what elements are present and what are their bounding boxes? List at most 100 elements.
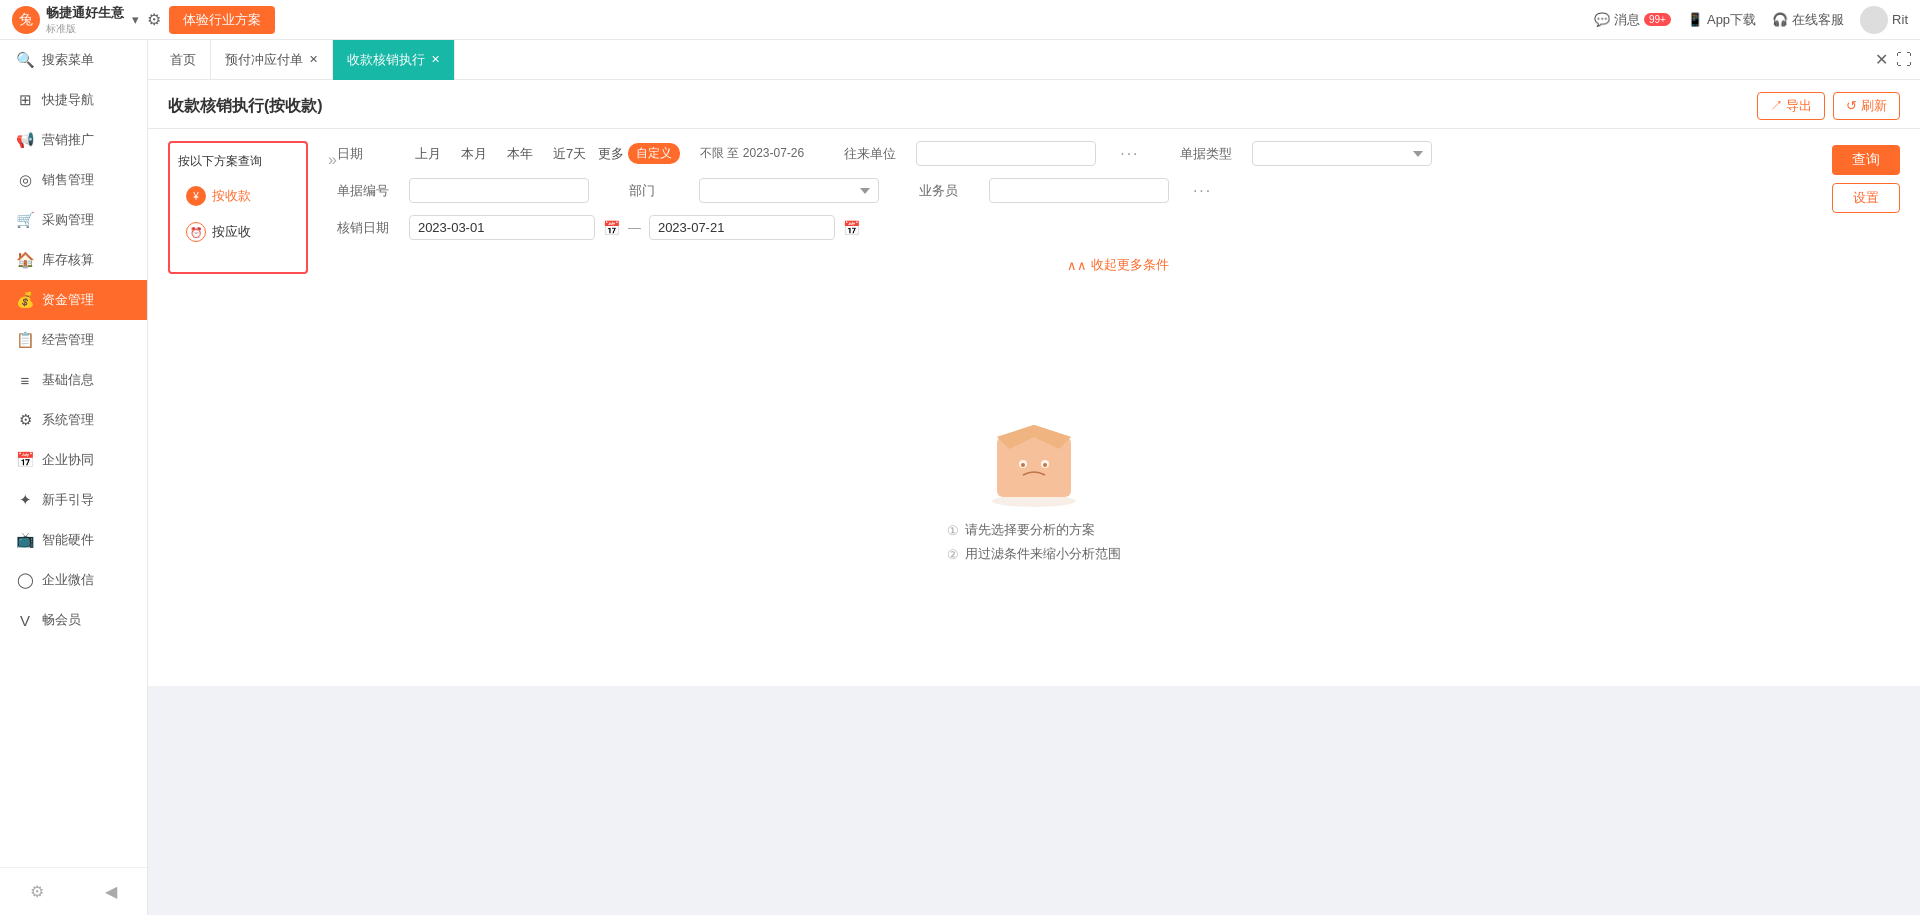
tab-prepay-close[interactable]: ✕: [309, 53, 318, 66]
empty-state: ① 请先选择要分析的方案 ② 用过滤条件来缩小分析范围: [148, 286, 1920, 686]
sidebar-item-search[interactable]: 🔍 搜索菜单: [0, 40, 147, 80]
download-icon: 📱: [1687, 12, 1703, 27]
date-tab-more[interactable]: 更多: [598, 145, 624, 163]
voucher-type-select[interactable]: [1252, 141, 1432, 166]
refresh-label: 刷新: [1861, 98, 1887, 113]
sidebar-item-finance[interactable]: 💰 资金管理: [0, 280, 147, 320]
header-dropdown-arrow[interactable]: ▾: [132, 12, 139, 27]
date-tab-7days[interactable]: 近7天: [545, 143, 594, 165]
sidebar-label-wechat: 企业微信: [42, 571, 94, 589]
filter-option-by-receipt[interactable]: ¥ 按收款: [178, 180, 298, 212]
staff-dots[interactable]: ···: [1193, 182, 1212, 200]
tab-home[interactable]: 首页: [156, 40, 211, 80]
sidebar-item-management[interactable]: 📋 经营管理: [0, 320, 147, 360]
verify-date-end[interactable]: [649, 215, 835, 240]
sidebar-item-basic[interactable]: ≡ 基础信息: [0, 360, 147, 400]
tab-prepay-label: 预付冲应付单: [225, 51, 303, 69]
export-icon: ↗: [1770, 98, 1783, 113]
date-tab-last-month[interactable]: 上月: [407, 143, 449, 165]
sidebar-item-inventory[interactable]: 🏠 库存核算: [0, 240, 147, 280]
message-label: 消息: [1614, 11, 1640, 29]
tab-prepay[interactable]: 预付冲应付单 ✕: [211, 40, 333, 80]
inventory-icon: 🏠: [16, 251, 34, 269]
sidebar-label-basic: 基础信息: [42, 371, 94, 389]
top-header: 兔 畅捷通好生意 标准版 ▾ ⚙ 体验行业方案 💬 消息 99+ 📱 App下载…: [0, 0, 1920, 40]
empty-icon-area: [974, 409, 1094, 509]
tab-expand-btn[interactable]: ⛶: [1896, 51, 1912, 69]
counterpart-input[interactable]: [916, 141, 1096, 166]
receivable-icon: ⏰: [186, 222, 206, 242]
sidebar-settings-btn[interactable]: ⚙: [24, 876, 50, 907]
sidebar-label-system: 系统管理: [42, 411, 94, 429]
date-tab-this-year[interactable]: 本年: [499, 143, 541, 165]
verify-date-label: 核销日期: [337, 219, 389, 237]
voucher-no-input[interactable]: [409, 178, 589, 203]
filter-option-by-receivable[interactable]: ⏰ 按应收: [178, 216, 298, 248]
sidebar-label-search: 搜索菜单: [42, 51, 94, 69]
empty-hint-2-text: 用过滤条件来缩小分析范围: [965, 545, 1121, 563]
user-area[interactable]: Rit: [1860, 6, 1908, 34]
tab-close-all-btn[interactable]: ✕: [1875, 50, 1888, 69]
tab-collection[interactable]: 收款核销执行 ✕: [333, 40, 455, 80]
sidebar-label-nav: 快捷导航: [42, 91, 94, 109]
sidebar-item-guide[interactable]: ✦ 新手引导: [0, 480, 147, 520]
header-left: 兔 畅捷通好生意 标准版 ▾ ⚙ 体验行业方案: [12, 4, 275, 36]
export-button[interactable]: ↗ 导出: [1757, 92, 1826, 120]
sidebar-item-system[interactable]: ⚙ 系统管理: [0, 400, 147, 440]
system-icon: ⚙: [16, 411, 34, 429]
dept-select[interactable]: [699, 178, 879, 203]
query-button[interactable]: 查询: [1832, 145, 1900, 175]
filter-wrapper: 按以下方案查询 ¥ 按收款 ⏰ 按应收 »: [148, 129, 1920, 286]
filter-row-verify-date: 核销日期 📅 — 📅: [337, 215, 1832, 240]
username: Rit: [1892, 12, 1908, 27]
refresh-icon: ↺: [1846, 98, 1857, 113]
refresh-button[interactable]: ↺ 刷新: [1833, 92, 1900, 120]
receipt-icon: ¥: [186, 186, 206, 206]
sidebar-item-hardware[interactable]: 📺 智能硬件: [0, 520, 147, 560]
sidebar-item-purchase[interactable]: 🛒 采购管理: [0, 200, 147, 240]
date-sep: —: [628, 220, 641, 235]
page-header: 收款核销执行(按收款) ↗ 导出 ↺ 刷新: [148, 80, 1920, 129]
sidebar-item-marketing[interactable]: 📢 营销推广: [0, 120, 147, 160]
date-tab-this-month[interactable]: 本月: [453, 143, 495, 165]
date-tab-custom[interactable]: 自定义: [628, 143, 680, 164]
message-action[interactable]: 💬 消息 99+: [1594, 11, 1671, 29]
edition-badge: 标准版: [46, 22, 124, 36]
verify-date-start[interactable]: [409, 215, 595, 240]
hardware-icon: 📺: [16, 531, 34, 549]
sidebar-collapse-btn[interactable]: ◀: [99, 876, 123, 907]
industry-button[interactable]: 体验行业方案: [169, 6, 275, 34]
filter-sidebar: 按以下方案查询 ¥ 按收款 ⏰ 按应收: [168, 141, 308, 274]
settings-icon[interactable]: ⚙: [147, 10, 161, 29]
tab-collection-close[interactable]: ✕: [431, 53, 440, 66]
sidebar-item-vip[interactable]: V 畅会员: [0, 600, 147, 640]
sales-icon: ◎: [16, 171, 34, 189]
message-badge: 99+: [1644, 13, 1671, 26]
sidebar-label-purchase: 采购管理: [42, 211, 94, 229]
sidebar-item-nav[interactable]: ⊞ 快捷导航: [0, 80, 147, 120]
tab-bar-actions: ✕ ⛶: [1875, 50, 1912, 69]
online-service-action[interactable]: 🎧 在线客服: [1772, 11, 1844, 29]
cal-end-icon[interactable]: 📅: [843, 220, 860, 236]
filter-settings-button[interactable]: 设置: [1832, 183, 1900, 213]
collab-icon: 📅: [16, 451, 34, 469]
sidebar-item-wechat[interactable]: ◯ 企业微信: [0, 560, 147, 600]
date-unlimited-text: 不限 至 2023-07-26: [700, 145, 804, 162]
cal-start-icon[interactable]: 📅: [603, 220, 620, 236]
filter-actions: 查询 设置: [1832, 141, 1900, 213]
sidebar-item-sales[interactable]: ◎ 销售管理: [0, 160, 147, 200]
export-label: 导出: [1786, 98, 1812, 113]
sidebar-label-collab: 企业协同: [42, 451, 94, 469]
empty-hint-1: ① 请先选择要分析的方案: [947, 521, 1121, 539]
counterpart-dots[interactable]: ···: [1120, 145, 1139, 163]
sidebar-item-collab[interactable]: 📅 企业协同: [0, 440, 147, 480]
sidebar-label-hardware: 智能硬件: [42, 531, 94, 549]
staff-input[interactable]: [989, 178, 1169, 203]
tab-home-label: 首页: [170, 51, 196, 69]
header-right: 💬 消息 99+ 📱 App下载 🎧 在线客服 Rit: [1594, 6, 1908, 34]
page-header-actions: ↗ 导出 ↺ 刷新: [1757, 92, 1900, 120]
filter-option-receivable-label: 按应收: [212, 223, 251, 241]
filter-sidebar-collapse[interactable]: »: [328, 151, 337, 169]
collapse-button[interactable]: ∧∧ 收起更多条件: [1067, 256, 1169, 274]
app-download-action[interactable]: 📱 App下载: [1687, 11, 1756, 29]
